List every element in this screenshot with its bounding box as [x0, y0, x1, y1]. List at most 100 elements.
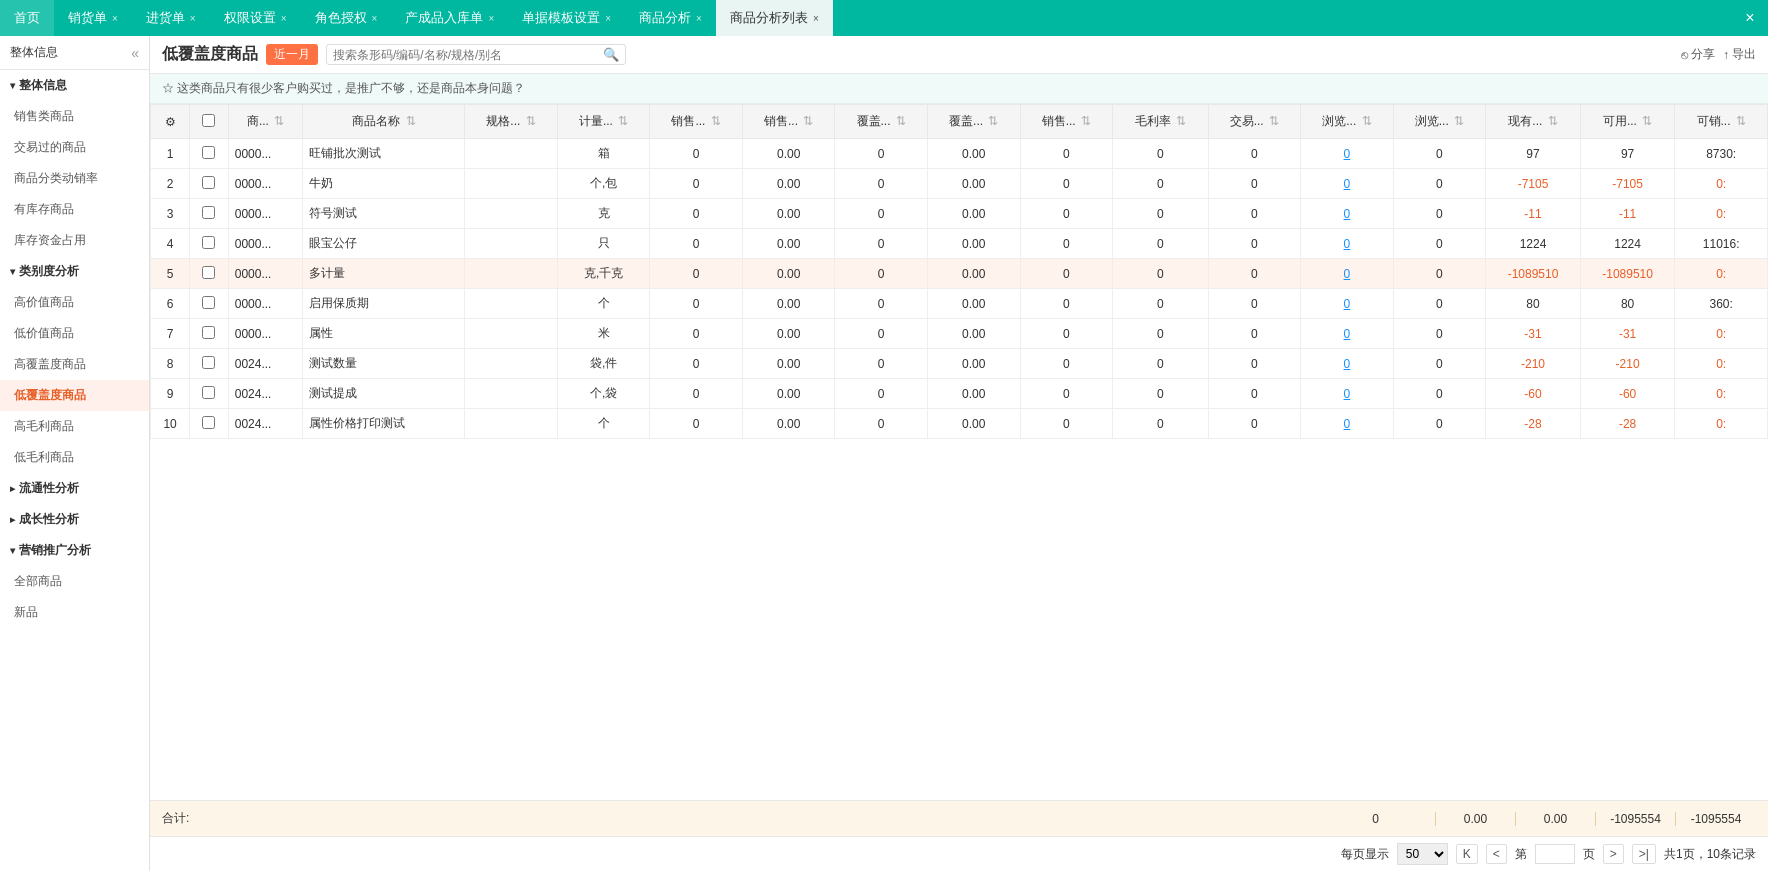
close-icon[interactable]: × — [813, 13, 819, 24]
col-settings[interactable]: ⚙ — [151, 105, 190, 139]
nav-home[interactable]: 首页 — [0, 0, 54, 36]
browse-link[interactable]: 0 — [1344, 417, 1351, 431]
sidebar-collapse-button[interactable]: « — [131, 45, 139, 61]
browse-link[interactable]: 0 — [1344, 177, 1351, 191]
sidebar-group-category-analysis[interactable]: ▾ 类别度分析 — [0, 256, 149, 287]
browse-link[interactable]: 0 — [1344, 207, 1351, 221]
col-sales-amt[interactable]: 销售... ⇅ — [742, 105, 835, 139]
sidebar-item-high-value[interactable]: 高价值商品 — [0, 287, 149, 318]
nav-product-analysis-list[interactable]: 商品分析列表 × — [716, 0, 833, 36]
sidebar-item-category-activity[interactable]: 商品分类动销率 — [0, 163, 149, 194]
table-cell: 0.00 — [927, 319, 1020, 349]
pagination-nav-last[interactable]: >| — [1632, 844, 1656, 864]
sidebar-item-low-value[interactable]: 低价值商品 — [0, 318, 149, 349]
col-sales-qty[interactable]: 销售... ⇅ — [650, 105, 743, 139]
sidebar-group-growth[interactable]: ▸ 成长性分析 — [0, 504, 149, 535]
search-input[interactable] — [333, 48, 603, 62]
sidebar-item-stock-capital[interactable]: 库存资金占用 — [0, 225, 149, 256]
sidebar-group-overall[interactable]: ▾ 整体信息 — [0, 70, 149, 101]
sidebar-group-marketing[interactable]: ▾ 营销推广分析 — [0, 535, 149, 566]
row-checkbox[interactable] — [202, 146, 215, 159]
table-cell: 80 — [1486, 289, 1581, 319]
row-checkbox[interactable] — [202, 266, 215, 279]
page-input[interactable]: 1 — [1535, 844, 1575, 864]
row-checkbox[interactable] — [202, 206, 215, 219]
col-name[interactable]: 商品名称 ⇅ — [303, 105, 465, 139]
table-cell: 0 — [835, 349, 928, 379]
close-icon[interactable]: × — [281, 13, 287, 24]
close-icon[interactable]: × — [488, 13, 494, 24]
sidebar-item-high-margin[interactable]: 高毛利商品 — [0, 411, 149, 442]
sidebar-item-in-stock-goods[interactable]: 有库存商品 — [0, 194, 149, 225]
table-cell: 0 — [1113, 319, 1209, 349]
col-browse2[interactable]: 浏览... ⇅ — [1393, 105, 1486, 139]
col-unit[interactable]: 计量... ⇅ — [557, 105, 650, 139]
col-sales3[interactable]: 销售... ⇅ — [1020, 105, 1113, 139]
close-icon[interactable]: × — [372, 13, 378, 24]
table-cell: 属性 — [303, 319, 465, 349]
nav-role-auth[interactable]: 角色授权 × — [301, 0, 392, 36]
close-icon[interactable]: × — [112, 13, 118, 24]
table-row: 90024...测试提成个,袋00.0000.0000000-60-600: — [151, 379, 1768, 409]
close-icon[interactable]: × — [605, 13, 611, 24]
total-cover2: 0.00 — [1516, 812, 1596, 826]
row-checkbox[interactable] — [202, 326, 215, 339]
browse-link[interactable]: 0 — [1344, 297, 1351, 311]
row-checkbox[interactable] — [202, 176, 215, 189]
col-browse1[interactable]: 浏览... ⇅ — [1301, 105, 1394, 139]
sidebar-group-circulation[interactable]: ▸ 流通性分析 — [0, 473, 149, 504]
table-cell: 0: — [1675, 379, 1768, 409]
global-close-button[interactable]: × — [1732, 0, 1768, 36]
browse-link[interactable]: 0 — [1344, 267, 1351, 281]
col-sku-code[interactable]: 商... ⇅ — [228, 105, 303, 139]
pagination-nav-first[interactable]: K — [1456, 844, 1478, 864]
select-all-checkbox[interactable] — [202, 114, 215, 127]
sidebar-item-high-coverage[interactable]: 高覆盖度商品 — [0, 349, 149, 380]
col-checkbox[interactable] — [190, 105, 229, 139]
table-cell: 0.00 — [742, 169, 835, 199]
col-spec[interactable]: 规格... ⇅ — [465, 105, 558, 139]
col-trade[interactable]: 交易... ⇅ — [1208, 105, 1301, 139]
close-icon[interactable]: × — [696, 13, 702, 24]
table-cell: 0000... — [228, 199, 303, 229]
row-checkbox[interactable] — [202, 356, 215, 369]
browse-link[interactable]: 0 — [1344, 357, 1351, 371]
col-saleable[interactable]: 可销... ⇅ — [1675, 105, 1768, 139]
browse-link[interactable]: 0 — [1344, 387, 1351, 401]
row-checkbox[interactable] — [202, 416, 215, 429]
row-checkbox[interactable] — [202, 296, 215, 309]
sidebar-item-traded-goods[interactable]: 交易过的商品 — [0, 132, 149, 163]
col-gross-rate[interactable]: 毛利率 ⇅ — [1113, 105, 1209, 139]
table-cell: 0 — [1020, 139, 1113, 169]
nav-product-analysis[interactable]: 商品分析 × — [625, 0, 716, 36]
col-available-stock[interactable]: 可用... ⇅ — [1580, 105, 1675, 139]
time-filter-button[interactable]: 近一月 — [266, 44, 318, 65]
nav-product-inbound[interactable]: 产成品入库单 × — [391, 0, 508, 36]
col-current-stock[interactable]: 现有... ⇅ — [1486, 105, 1581, 139]
close-icon[interactable]: × — [190, 13, 196, 24]
sidebar-item-low-margin[interactable]: 低毛利商品 — [0, 442, 149, 473]
nav-template-settings[interactable]: 单据模板设置 × — [508, 0, 625, 36]
pagination-nav-prev[interactable]: < — [1486, 844, 1507, 864]
col-cover1[interactable]: 覆盖... ⇅ — [835, 105, 928, 139]
col-cover2[interactable]: 覆盖... ⇅ — [927, 105, 1020, 139]
table-cell: 0: — [1675, 409, 1768, 439]
pagination-nav-next[interactable]: > — [1603, 844, 1624, 864]
nav-purchase-order[interactable]: 进货单 × — [132, 0, 210, 36]
browse-link[interactable]: 0 — [1344, 147, 1351, 161]
share-icon: ⎋ — [1681, 48, 1688, 62]
row-checkbox[interactable] — [202, 386, 215, 399]
sidebar-item-sales-goods[interactable]: 销售类商品 — [0, 101, 149, 132]
export-button[interactable]: ↑ 导出 — [1723, 46, 1756, 63]
per-page-select[interactable]: 10 20 50 100 — [1397, 843, 1448, 865]
sidebar-item-all-goods[interactable]: 全部商品 — [0, 566, 149, 597]
row-checkbox[interactable] — [202, 236, 215, 249]
browse-link[interactable]: 0 — [1344, 237, 1351, 251]
share-button[interactable]: ⎋ 分享 — [1681, 46, 1715, 63]
sidebar-item-new-goods[interactable]: 新品 — [0, 597, 149, 628]
sidebar-item-low-coverage[interactable]: 低覆盖度商品 — [0, 380, 149, 411]
browse-link[interactable]: 0 — [1344, 327, 1351, 341]
nav-permissions[interactable]: 权限设置 × — [210, 0, 301, 36]
nav-sales-order[interactable]: 销货单 × — [54, 0, 132, 36]
table-cell: 0.00 — [927, 229, 1020, 259]
